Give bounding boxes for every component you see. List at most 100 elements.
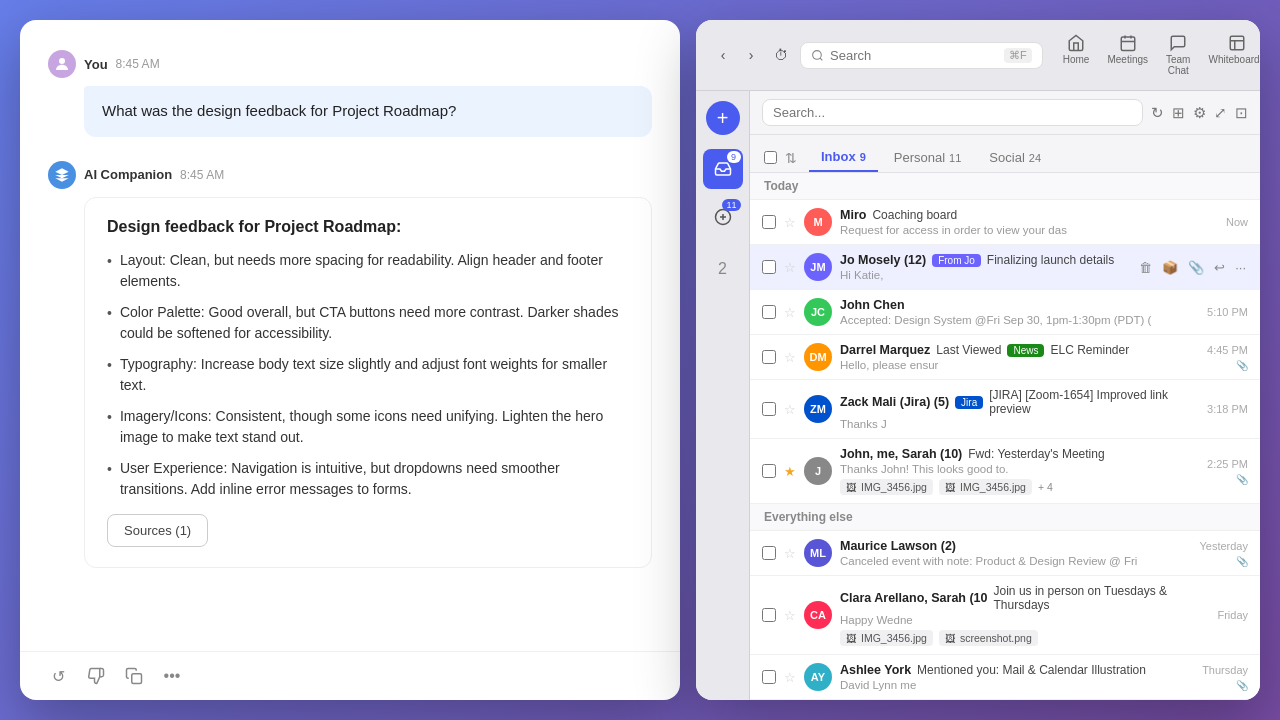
mail-checkbox[interactable] bbox=[762, 546, 776, 560]
mail-item[interactable]: ☆ CA Clara Arellano, Sarah (10 Join us i… bbox=[750, 576, 1260, 655]
mail-sender: Miro bbox=[840, 208, 866, 222]
add-badge: 11 bbox=[722, 199, 740, 211]
grid-icon[interactable]: ⊞ bbox=[1172, 104, 1185, 122]
recent-button[interactable]: ⏱ bbox=[774, 44, 788, 66]
mail-checkbox[interactable] bbox=[762, 305, 776, 319]
mail-checkbox[interactable] bbox=[762, 464, 776, 478]
select-all-checkbox[interactable] bbox=[764, 151, 777, 164]
ai-message-time: 8:45 AM bbox=[180, 168, 224, 182]
refresh-icon[interactable]: ↺ bbox=[48, 666, 68, 686]
archive-icon[interactable]: 📦 bbox=[1160, 258, 1180, 277]
star-icon[interactable]: ☆ bbox=[784, 402, 796, 417]
mail-item[interactable]: ☆ ML Maurice Lawson (2) Canceled event w… bbox=[750, 531, 1260, 576]
attachment-row: 🖼 IMG_3456.jpg 🖼 screenshot.png bbox=[840, 628, 1209, 646]
mail-checkbox[interactable] bbox=[762, 402, 776, 416]
mail-search-bar: ↻ ⊞ ⚙ ⤢ ⊡ bbox=[750, 91, 1260, 135]
app-whiteboards-label: Whiteboards bbox=[1208, 54, 1260, 65]
user-sender-name: You bbox=[84, 57, 108, 72]
mail-checkbox[interactable] bbox=[762, 215, 776, 229]
app-meetings-label: Meetings bbox=[1107, 54, 1148, 65]
mail-time: 5:10 PM bbox=[1207, 306, 1248, 318]
back-button[interactable]: ‹ bbox=[712, 44, 734, 66]
star-icon[interactable]: ☆ bbox=[784, 670, 796, 685]
ai-point-5: User Experience: Navigation is intuitive… bbox=[107, 458, 629, 500]
mail-search-input[interactable] bbox=[762, 99, 1143, 126]
mail-checkbox[interactable] bbox=[762, 260, 776, 274]
star-icon[interactable]: ☆ bbox=[784, 546, 796, 561]
attachment-indicator: 📎 bbox=[1236, 680, 1248, 691]
sender-avatar: AY bbox=[804, 663, 832, 691]
mail-subject: Fwd: Yesterday's Meeting bbox=[968, 447, 1104, 461]
mail-item-right: Friday bbox=[1217, 609, 1248, 621]
mail-item[interactable]: ☆ AY Ashlee York Mentioned you: Mail & C… bbox=[750, 655, 1260, 700]
star-icon[interactable]: ☆ bbox=[784, 608, 796, 623]
mail-subject: [JIRA] [Zoom-1654] Improved link preview bbox=[989, 388, 1199, 416]
mail-item-top: John, me, Sarah (10) Fwd: Yesterday's Me… bbox=[840, 447, 1199, 461]
social-tab-count: 24 bbox=[1029, 152, 1041, 164]
expand-icon[interactable]: ⤢ bbox=[1214, 104, 1227, 122]
mail-item[interactable]: ☆ ZM Zack Mali (Jira) (5) Jira [JIRA] [Z… bbox=[750, 380, 1260, 439]
mail-checkbox[interactable] bbox=[762, 608, 776, 622]
delete-icon[interactable]: 🗑 bbox=[1137, 258, 1154, 277]
mail-list: Today ☆ M Miro Coaching board Request fo… bbox=[750, 173, 1260, 700]
mail-item[interactable]: ☆ DM Darrel Marquez Last Viewed News ELC… bbox=[750, 335, 1260, 380]
copy-icon[interactable] bbox=[124, 666, 144, 686]
mail-item-right: 5:10 PM bbox=[1207, 306, 1248, 318]
app-home-button[interactable]: Home bbox=[1055, 30, 1098, 80]
sidebar-nav-2[interactable]: 2 bbox=[703, 249, 743, 289]
star-icon[interactable]: ★ bbox=[784, 464, 796, 479]
sort-icon[interactable]: ⇅ bbox=[785, 150, 797, 166]
tab-social[interactable]: Social 24 bbox=[977, 144, 1053, 171]
star-icon[interactable]: ☆ bbox=[784, 305, 796, 320]
app-whiteboards-button[interactable]: Whiteboards bbox=[1200, 30, 1260, 80]
compose-button[interactable]: + bbox=[706, 101, 740, 135]
refresh-mail-icon[interactable]: ↻ bbox=[1151, 104, 1164, 122]
mail-sender: John Chen bbox=[840, 298, 905, 312]
mail-item-body: John, me, Sarah (10) Fwd: Yesterday's Me… bbox=[840, 447, 1199, 495]
mail-sender: Maurice Lawson (2) bbox=[840, 539, 956, 553]
mail-content: ↻ ⊞ ⚙ ⤢ ⊡ ⇅ Inbox 9 Personal 11 bbox=[750, 91, 1260, 700]
filter-icon[interactable]: ⊡ bbox=[1235, 104, 1248, 122]
star-icon[interactable]: ☆ bbox=[784, 260, 796, 275]
mail-item[interactable]: ☆ M Miro Coaching board Request for acce… bbox=[750, 200, 1260, 245]
user-message-group: You 8:45 AM What was the design feedback… bbox=[48, 50, 652, 137]
sources-button[interactable]: Sources (1) bbox=[107, 514, 208, 547]
personal-tab-label: Personal bbox=[894, 150, 945, 165]
mail-item[interactable]: ☆ JM Jo Mosely (12) From Jo Finalizing l… bbox=[750, 245, 1260, 290]
app-teamchat-button[interactable]: Team Chat bbox=[1158, 30, 1198, 80]
app-icons: Home Meetings Team Chat Whiteboards Mail… bbox=[1055, 30, 1260, 80]
more-icon[interactable]: ••• bbox=[162, 666, 182, 686]
inbox-tab-label: Inbox bbox=[821, 149, 856, 164]
dislike-icon[interactable] bbox=[86, 666, 106, 686]
attach-icon[interactable]: 📎 bbox=[1186, 258, 1206, 277]
topbar-search-input[interactable] bbox=[830, 48, 998, 63]
mail-preview: David Lynn me bbox=[840, 679, 1194, 691]
tab-inbox[interactable]: Inbox 9 bbox=[809, 143, 878, 172]
search-shortcut: ⌘F bbox=[1004, 48, 1032, 63]
mail-checkbox[interactable] bbox=[762, 350, 776, 364]
mail-subject: Coaching board bbox=[872, 208, 957, 222]
mail-item[interactable]: ☆ JC John Chen Accepted: Design System @… bbox=[750, 290, 1260, 335]
img-icon: 🖼 bbox=[846, 632, 857, 644]
star-icon[interactable]: ☆ bbox=[784, 215, 796, 230]
ai-message-header: AI Companion 8:45 AM bbox=[48, 161, 652, 189]
star-icon[interactable]: ☆ bbox=[784, 350, 796, 365]
sidebar-add-button[interactable]: 11 bbox=[703, 197, 743, 237]
mail-time: 4:45 PM bbox=[1207, 344, 1248, 356]
search-box[interactable]: ⌘F bbox=[800, 42, 1043, 69]
sidebar-inbox-button[interactable]: 9 bbox=[703, 149, 743, 189]
mail-item-body: Jo Mosely (12) From Jo Finalizing launch… bbox=[840, 253, 1129, 281]
settings-icon[interactable]: ⚙ bbox=[1193, 104, 1206, 122]
mail-sender: Darrel Marquez bbox=[840, 343, 930, 357]
mail-item[interactable]: ★ J John, me, Sarah (10) Fwd: Yesterday'… bbox=[750, 439, 1260, 504]
tab-personal[interactable]: Personal 11 bbox=[882, 144, 974, 171]
mail-panel: ‹ › ⏱ ⌘F Home Meetings Team Chat bbox=[696, 20, 1260, 700]
ai-point-4: Imagery/Icons: Consistent, though some i… bbox=[107, 406, 629, 448]
forward-button[interactable]: › bbox=[740, 44, 762, 66]
mail-checkbox[interactable] bbox=[762, 670, 776, 684]
attachment-name: IMG_3456.jpg bbox=[861, 632, 927, 644]
more-action-icon[interactable]: ··· bbox=[1233, 258, 1248, 277]
app-meetings-button[interactable]: Meetings bbox=[1099, 30, 1156, 80]
chat-footer: ↺ ••• bbox=[20, 651, 680, 700]
reply-icon[interactable]: ↩ bbox=[1212, 258, 1227, 277]
